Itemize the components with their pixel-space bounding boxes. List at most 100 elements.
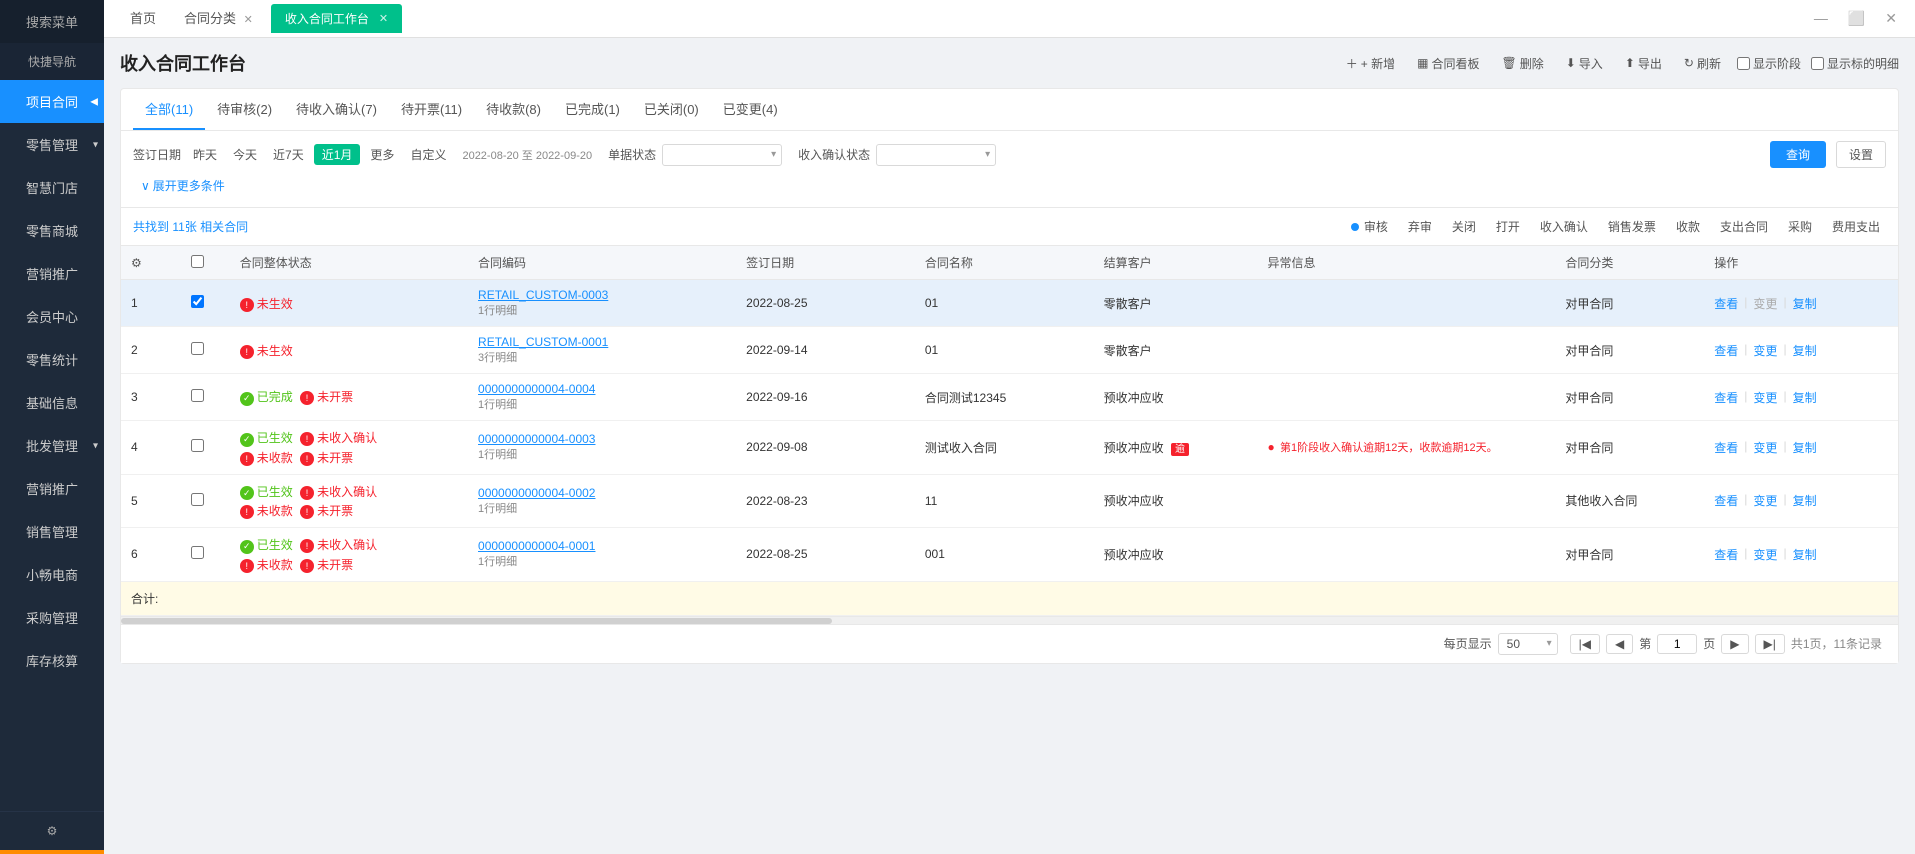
refresh-button[interactable]: ↻ 刷新 xyxy=(1678,52,1727,75)
select-all-checkbox[interactable] xyxy=(191,255,204,268)
copy-link[interactable]: 复制 xyxy=(1793,389,1817,406)
view-link[interactable]: 查看 xyxy=(1714,342,1738,359)
action-review[interactable]: 审核 xyxy=(1345,216,1394,237)
col-header-settings[interactable]: ⚙ xyxy=(121,246,181,280)
action-receipt[interactable]: 收款 xyxy=(1670,216,1706,237)
copy-link[interactable]: 复制 xyxy=(1793,342,1817,359)
board-button[interactable]: ▦ 合同看板 xyxy=(1411,52,1485,75)
tab-income-workbench[interactable]: 收入合同工作台 ✕ xyxy=(271,4,402,33)
col-header-checkbox[interactable] xyxy=(181,246,230,280)
filter-tab-pending-income-confirm[interactable]: 待收入确认(7) xyxy=(284,89,389,130)
sidebar-item-onlineshop[interactable]: 零售商城 xyxy=(0,209,104,252)
action-purchase[interactable]: 采购 xyxy=(1782,216,1818,237)
sidebar-item-purchase[interactable]: 采购管理 xyxy=(0,596,104,639)
close-icon[interactable]: ✕ xyxy=(379,12,388,25)
sidebar-item-sales[interactable]: 销售管理 xyxy=(0,510,104,553)
sidebar-item-xiaochangec[interactable]: 小畅电商 xyxy=(0,553,104,596)
date-btn-yesterday[interactable]: 昨天 xyxy=(187,144,223,165)
view-link[interactable]: 查看 xyxy=(1714,546,1738,563)
income-confirm-select[interactable] xyxy=(876,144,996,166)
row-checkbox[interactable] xyxy=(181,327,230,374)
edit-link[interactable]: 变更 xyxy=(1753,546,1777,563)
row-checkbox[interactable] xyxy=(181,528,230,582)
view-link[interactable]: 查看 xyxy=(1714,439,1738,456)
export-button[interactable]: ⬆ 导出 xyxy=(1619,52,1668,75)
edit-link[interactable]: 变更 xyxy=(1753,439,1777,456)
sidebar-item-marketing1[interactable]: 营销推广 xyxy=(0,252,104,295)
sidebar-search[interactable]: 搜索菜单 xyxy=(0,0,104,43)
show-detail-checkbox[interactable]: 显示标的明细 xyxy=(1811,55,1899,72)
filter-tab-all[interactable]: 全部(11) xyxy=(133,89,205,130)
date-btn-more[interactable]: 更多 xyxy=(364,144,400,165)
contract-code-link[interactable]: RETAIL_CUSTOM-0003 xyxy=(478,288,726,302)
sidebar-item-wholesale[interactable]: 批发管理 ▾ xyxy=(0,424,104,467)
sidebar-item-basic[interactable]: 基础信息 xyxy=(0,381,104,424)
sidebar-item-marketing2[interactable]: 营销推广 xyxy=(0,467,104,510)
per-page-select[interactable]: 50 20 100 xyxy=(1498,633,1558,655)
filter-tab-pending-payment[interactable]: 待收款(8) xyxy=(474,89,553,130)
import-button[interactable]: ⬇ 导入 xyxy=(1560,52,1609,75)
contract-code-link[interactable]: 0000000000004-0003 xyxy=(478,432,726,446)
close-window-button[interactable]: ✕ xyxy=(1879,8,1903,29)
copy-link[interactable]: 复制 xyxy=(1793,439,1817,456)
first-page-button[interactable]: |◀ xyxy=(1570,634,1600,654)
settings-button[interactable]: 设置 xyxy=(1836,141,1886,168)
tab-contract-category[interactable]: 合同分类 ✕ xyxy=(170,0,267,37)
show-stage-checkbox[interactable]: 显示阶段 xyxy=(1737,55,1801,72)
sidebar-item-inventory[interactable]: 库存核算 xyxy=(0,639,104,682)
sidebar-nav-label[interactable]: 快捷导航 xyxy=(0,43,104,80)
new-button[interactable]: ＋ + 新增 xyxy=(1340,52,1401,75)
action-expense-out[interactable]: 支出合同 xyxy=(1714,216,1774,237)
contract-code-link[interactable]: 0000000000004-0002 xyxy=(478,486,726,500)
prev-page-button[interactable]: ◀ xyxy=(1606,634,1633,654)
expand-conditions-button[interactable]: ∨ 展开更多条件 xyxy=(133,174,1886,197)
date-btn-custom[interactable]: 自定义 xyxy=(404,144,452,165)
edit-link[interactable]: 变更 xyxy=(1753,389,1777,406)
tab-home[interactable]: 首页 xyxy=(116,0,170,37)
action-print[interactable]: 打开 xyxy=(1490,216,1526,237)
filter-tab-closed[interactable]: 已关闭(0) xyxy=(632,89,711,130)
delete-button[interactable]: 🗑 删除 xyxy=(1495,52,1549,75)
action-sales-invoice[interactable]: 销售发票 xyxy=(1602,216,1662,237)
next-page-button[interactable]: ▶ xyxy=(1721,634,1748,654)
date-btn-1month[interactable]: 近1月 xyxy=(314,144,361,165)
sidebar-item-project[interactable]: 项目合同 ◀ xyxy=(0,80,104,123)
date-btn-7days[interactable]: 近7天 xyxy=(267,144,310,165)
edit-link[interactable]: 变更 xyxy=(1753,492,1777,509)
filter-tab-completed[interactable]: 已完成(1) xyxy=(553,89,632,130)
view-link[interactable]: 查看 xyxy=(1714,389,1738,406)
copy-link[interactable]: 复制 xyxy=(1793,295,1817,312)
query-button[interactable]: 查询 xyxy=(1770,141,1826,168)
edit-link[interactable]: 变更 xyxy=(1753,295,1777,312)
contract-code-link[interactable]: 0000000000004-0004 xyxy=(478,382,726,396)
sidebar-item-smartstore[interactable]: 智慧门店 xyxy=(0,166,104,209)
contract-code-link[interactable]: RETAIL_CUSTOM-0001 xyxy=(478,335,726,349)
filter-tab-changed[interactable]: 已变更(4) xyxy=(711,89,790,130)
row-checkbox[interactable] xyxy=(181,280,230,327)
row-checkbox[interactable] xyxy=(181,474,230,528)
sidebar-settings[interactable]: ⚙ xyxy=(0,811,104,850)
horizontal-scrollbar[interactable] xyxy=(121,616,1898,624)
filter-tab-pending-invoice[interactable]: 待开票(11) xyxy=(389,89,474,130)
show-stage-input[interactable] xyxy=(1737,57,1750,70)
action-close[interactable]: 关闭 xyxy=(1446,216,1482,237)
maximize-button[interactable]: ⬜ xyxy=(1842,8,1871,29)
sidebar-item-member[interactable]: 会员中心 xyxy=(0,295,104,338)
doc-status-select[interactable] xyxy=(662,144,782,166)
show-detail-input[interactable] xyxy=(1811,57,1824,70)
action-abandon[interactable]: 弃审 xyxy=(1402,216,1438,237)
copy-link[interactable]: 复制 xyxy=(1793,492,1817,509)
date-btn-today[interactable]: 今天 xyxy=(227,144,263,165)
page-number-input[interactable] xyxy=(1657,634,1697,654)
view-link[interactable]: 查看 xyxy=(1714,295,1738,312)
view-link[interactable]: 查看 xyxy=(1714,492,1738,509)
filter-tab-pending-review[interactable]: 待审核(2) xyxy=(205,89,284,130)
row-checkbox[interactable] xyxy=(181,421,230,475)
action-income-confirm[interactable]: 收入确认 xyxy=(1534,216,1594,237)
last-page-button[interactable]: ▶| xyxy=(1755,634,1785,654)
copy-link[interactable]: 复制 xyxy=(1793,546,1817,563)
row-checkbox[interactable] xyxy=(181,374,230,421)
close-icon[interactable]: ✕ xyxy=(244,14,253,26)
action-fee-out[interactable]: 费用支出 xyxy=(1826,216,1886,237)
contract-code-link[interactable]: 0000000000004-0001 xyxy=(478,539,726,553)
